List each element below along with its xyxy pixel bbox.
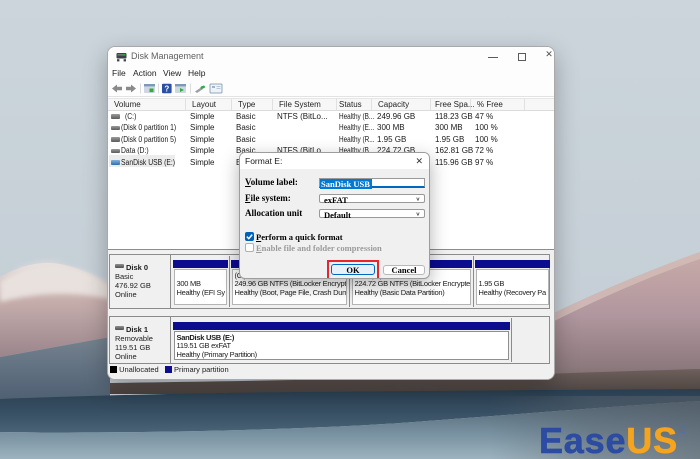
svg-text:?: ? — [164, 84, 169, 93]
